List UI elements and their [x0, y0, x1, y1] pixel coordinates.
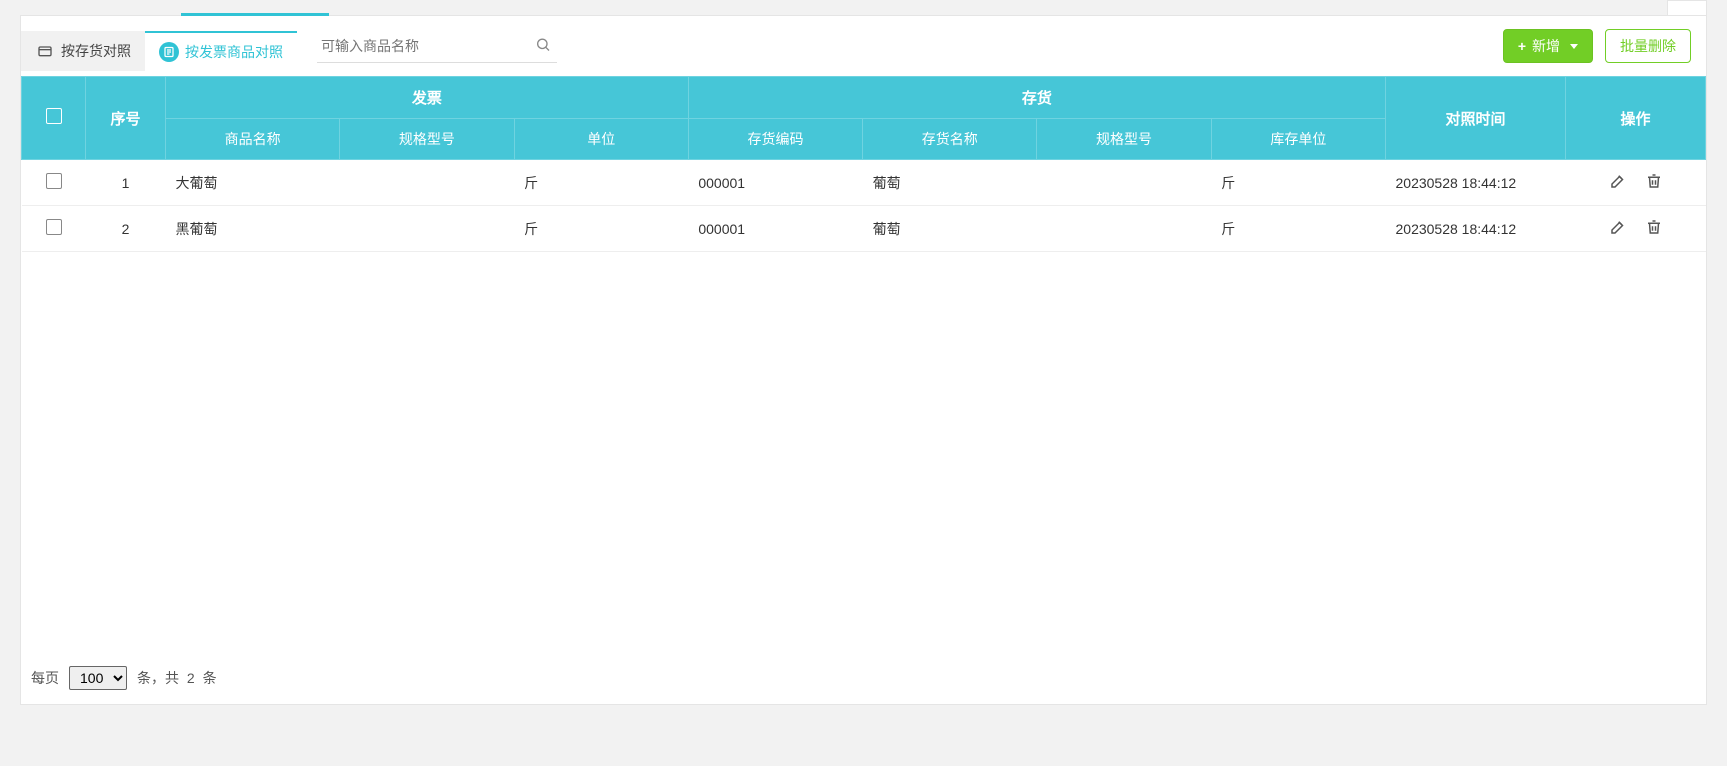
col-mapped-time: 对照时间 [1386, 77, 1566, 160]
cell-inv-name: 葡萄 [863, 206, 1037, 252]
col-ops: 操作 [1566, 77, 1706, 160]
cell-mapped-time: 20230528 18:44:12 [1386, 160, 1566, 206]
per-page-select[interactable]: 100 [69, 666, 127, 690]
plus-icon: + [1518, 38, 1526, 54]
table-row: 2黑葡萄斤000001葡萄斤20230528 18:44:12 [22, 206, 1706, 252]
cell-mapped-time: 20230528 18:44:12 [1386, 206, 1566, 252]
cell-invoice-unit: 斤 [514, 160, 688, 206]
wallet-icon [35, 41, 55, 61]
delete-icon[interactable] [1645, 172, 1663, 193]
add-button[interactable]: + 新增 [1503, 29, 1593, 63]
pager-suffix-prefix: 条，共 [137, 670, 179, 686]
chevron-down-icon [1570, 44, 1578, 49]
search-input[interactable] [317, 30, 557, 63]
tab-by-inventory[interactable]: 按存货对照 [21, 31, 145, 71]
col-group-invoice: 发票 [166, 77, 689, 119]
bulk-delete-button-label: 批量删除 [1620, 36, 1676, 56]
col-inv-spec: 规格型号 [1037, 119, 1211, 160]
col-invoice-unit: 单位 [514, 119, 688, 160]
col-invoice-spec: 规格型号 [340, 119, 514, 160]
cell-seq: 2 [86, 206, 166, 252]
cell-inv-code: 000001 [688, 206, 862, 252]
receipt-icon [159, 42, 179, 62]
col-inv-unit: 库存单位 [1211, 119, 1385, 160]
cell-inv-name: 葡萄 [863, 160, 1037, 206]
bulk-delete-button[interactable]: 批量删除 [1605, 29, 1691, 63]
cell-inv-unit: 斤 [1211, 206, 1385, 252]
cell-inv-unit: 斤 [1211, 160, 1385, 206]
edit-icon[interactable] [1609, 218, 1627, 239]
col-seq: 序号 [86, 77, 166, 160]
search-icon[interactable] [535, 37, 551, 56]
cell-invoice-name: 黑葡萄 [166, 206, 340, 252]
add-button-label: 新增 [1532, 36, 1560, 56]
tab-by-inventory-label: 按存货对照 [61, 41, 131, 61]
delete-icon[interactable] [1645, 218, 1663, 239]
cell-inv-code: 000001 [688, 160, 862, 206]
cell-invoice-spec [340, 206, 514, 252]
table-row: 1大葡萄斤000001葡萄斤20230528 18:44:12 [22, 160, 1706, 206]
col-group-inventory: 存货 [688, 77, 1385, 119]
cell-invoice-name: 大葡萄 [166, 160, 340, 206]
pager-suffix-suffix: 条 [203, 670, 217, 686]
cell-invoice-spec [340, 160, 514, 206]
edit-icon[interactable] [1609, 172, 1627, 193]
cell-inv-spec [1037, 206, 1211, 252]
tab-by-invoice-product[interactable]: 按发票商品对照 [145, 31, 297, 71]
cell-invoice-unit: 斤 [514, 206, 688, 252]
top-tab-accent [181, 13, 329, 16]
row-checkbox[interactable] [46, 173, 62, 189]
pager-total: 2 [183, 670, 199, 686]
select-all-checkbox[interactable] [46, 108, 62, 124]
row-checkbox[interactable] [46, 219, 62, 235]
cell-inv-spec [1037, 160, 1211, 206]
col-invoice-name: 商品名称 [166, 119, 340, 160]
cell-seq: 1 [86, 160, 166, 206]
col-inv-name: 存货名称 [863, 119, 1037, 160]
tab-by-invoice-product-label: 按发票商品对照 [185, 42, 283, 62]
per-page-label: 每页 [31, 668, 59, 688]
col-inv-code: 存货编码 [688, 119, 862, 160]
